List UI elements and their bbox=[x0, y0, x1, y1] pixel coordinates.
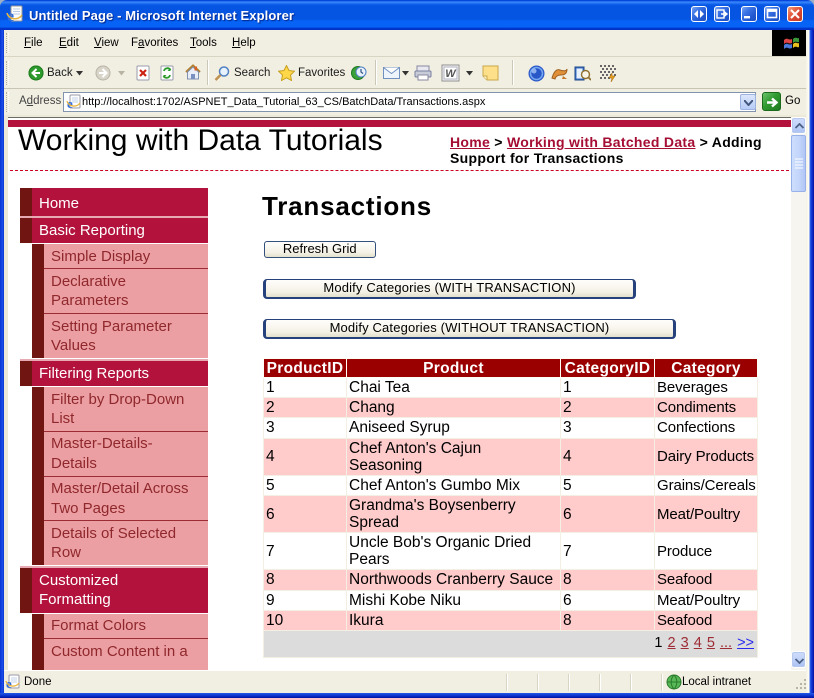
svg-text:W: W bbox=[445, 68, 457, 80]
